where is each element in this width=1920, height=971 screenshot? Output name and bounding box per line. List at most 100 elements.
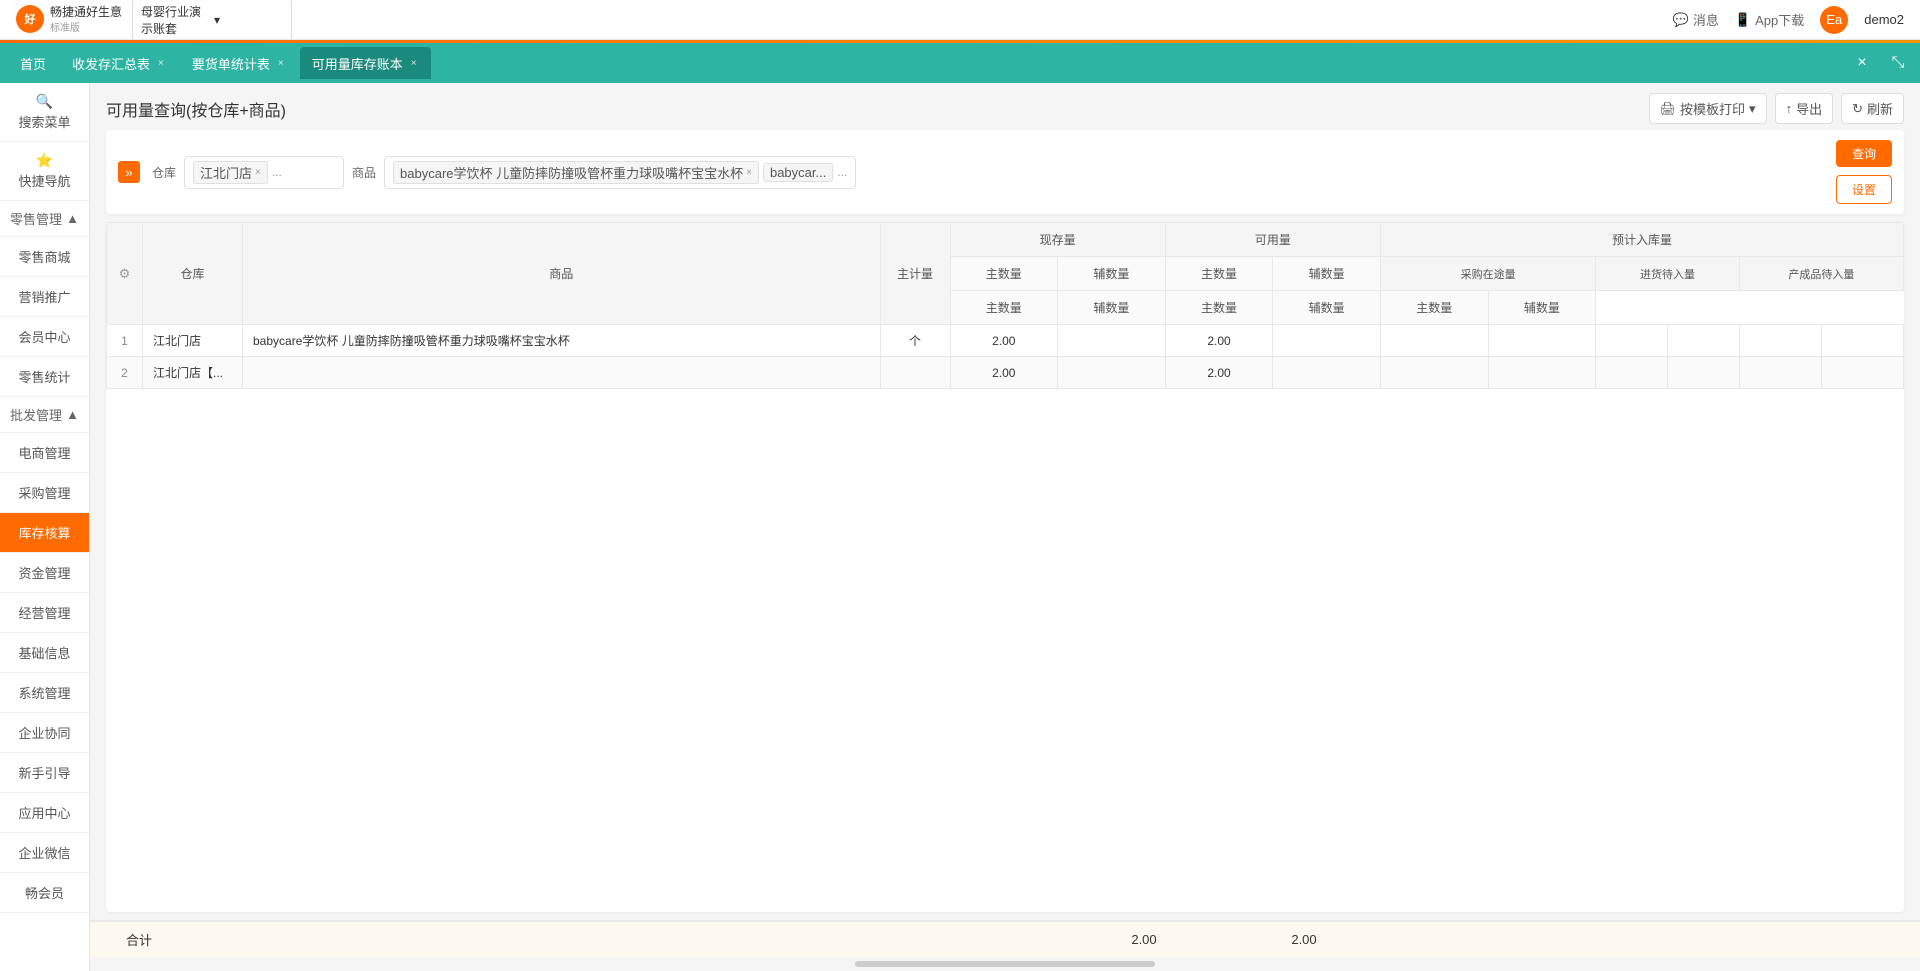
- sidebar-item-purchase[interactable]: 采购管理: [0, 473, 89, 513]
- tab-close-icon[interactable]: ×: [276, 56, 286, 71]
- th-available-aux-qty: 辅数量: [1273, 257, 1381, 291]
- sidebar-item-search-label: 搜索菜单: [18, 115, 70, 130]
- sidebar-item-app-center[interactable]: 应用中心: [0, 793, 89, 833]
- sidebar-item-retail-stats-label: 零售统计: [18, 370, 70, 385]
- sidebar-item-finance-label: 资金管理: [18, 566, 70, 581]
- tab-home[interactable]: 首页: [8, 47, 58, 79]
- print-label: 按模板打印: [1680, 99, 1745, 118]
- message-button[interactable]: 💬 消息: [1673, 10, 1719, 29]
- filter-section: » 仓库 江北门店 × ... 商品 babycare学饮杯 儿童防摔防撞吸管杯…: [106, 130, 1904, 214]
- sidebar-item-quick-nav-label: 快捷导航: [18, 174, 70, 189]
- th-finished-main-qty: 主数量: [1381, 291, 1489, 325]
- product-tag-2-text: babycar...: [770, 165, 826, 180]
- sidebar-item-inventory-label: 库存核算: [18, 526, 70, 541]
- query-button[interactable]: 查询: [1836, 140, 1892, 167]
- sidebar-item-operations[interactable]: 经营管理: [0, 593, 89, 633]
- sidebar-item-member-club[interactable]: 畅会员: [0, 873, 89, 913]
- sidebar-item-quick-nav[interactable]: ⭐ 快捷导航: [0, 142, 89, 201]
- th-settings[interactable]: ⚙: [107, 223, 143, 325]
- sidebar-item-member[interactable]: 会员中心: [0, 317, 89, 357]
- sidebar-item-enterprise-wechat[interactable]: 企业微信: [0, 833, 89, 873]
- warehouse-more[interactable]: ...: [272, 165, 282, 179]
- row-current-aux-qty: [1058, 357, 1166, 389]
- th-available: 可用量: [1165, 223, 1380, 257]
- sidebar-item-operations-label: 经营管理: [18, 606, 70, 621]
- row-available-main-qty: 2.00: [1165, 357, 1273, 389]
- refresh-button[interactable]: ↻ 刷新: [1841, 93, 1904, 124]
- sidebar: 🔍 搜索菜单 ⭐ 快捷导航 零售管理 ▲ 零售商城 营销推广 会员中心 零售统计…: [0, 83, 90, 971]
- tab-bar-right: × ⤡: [1848, 49, 1912, 77]
- sidebar-item-finance[interactable]: 资金管理: [0, 553, 89, 593]
- sidebar-item-ecommerce[interactable]: 电商管理: [0, 433, 89, 473]
- row-unit: 个: [880, 325, 950, 357]
- export-button[interactable]: ↑ 导出: [1775, 93, 1834, 124]
- product-more[interactable]: ...: [837, 165, 847, 179]
- row-number: 2: [107, 357, 143, 389]
- sidebar-item-new-guide[interactable]: 新手引导: [0, 753, 89, 793]
- warehouse-tag-remove[interactable]: ×: [255, 167, 261, 178]
- sidebar-item-retail-mall[interactable]: 零售商城: [0, 237, 89, 277]
- sidebar-item-new-guide-label: 新手引导: [18, 766, 70, 781]
- top-bar: 好 畅捷通好生意 标准版 母婴行业演示账套 ▾ 💬 消息 📱 App下载 Ea …: [0, 0, 1920, 40]
- tab-receive-summary[interactable]: 收发存汇总表 ×: [60, 47, 178, 79]
- tab-order-stats[interactable]: 要货单统计表 ×: [180, 47, 298, 79]
- sidebar-item-enterprise-wechat-label: 企业微信: [18, 846, 70, 861]
- row-purchase-main-qty: [1381, 325, 1489, 357]
- sidebar-item-enterprise-collab[interactable]: 企业协同: [0, 713, 89, 753]
- sidebar-item-marketing[interactable]: 营销推广: [0, 277, 89, 317]
- data-table: ⚙ 仓库 商品 主计量 现存量 可用量 预计入库量 主数量 辅数量 主数量 辅数…: [106, 222, 1904, 389]
- sidebar-item-basic-info[interactable]: 基础信息: [0, 633, 89, 673]
- logo-area: 好 畅捷通好生意 标准版: [16, 5, 122, 34]
- tab-home-label: 首页: [20, 54, 46, 73]
- row-purchase-aux-qty: [1488, 325, 1596, 357]
- product-tag-1-remove[interactable]: ×: [746, 167, 752, 178]
- th-incoming-main-qty: 主数量: [1165, 291, 1273, 325]
- row-finished-main-qty: [1739, 325, 1821, 357]
- tenant-selector[interactable]: 母婴行业演示账套 ▾: [132, 0, 292, 42]
- logo-text-area: 畅捷通好生意 标准版: [50, 5, 122, 34]
- sidebar-group-retail[interactable]: 零售管理 ▲: [0, 201, 89, 237]
- logo-subtext: 标准版: [50, 19, 122, 34]
- tab-bar-close-button[interactable]: ×: [1848, 49, 1876, 77]
- app-download-button[interactable]: 📱 App下载: [1735, 10, 1804, 29]
- warehouse-filter-input[interactable]: 江北门店 × ...: [184, 156, 344, 189]
- search-icon: 🔍: [6, 93, 83, 110]
- tab-close-icon[interactable]: ×: [156, 56, 166, 71]
- th-purchase-on-way: 采购在途量: [1381, 257, 1596, 291]
- th-warehouse: 仓库: [143, 223, 243, 325]
- summary-current-main-qty: 2.00: [1104, 932, 1184, 947]
- tab-order-stats-label: 要货单统计表: [192, 54, 270, 73]
- chevron-down-icon: ▾: [214, 13, 283, 27]
- top-bar-right: 💬 消息 📱 App下载 Ea demo2: [1673, 6, 1904, 34]
- summary-label: 合计: [106, 930, 152, 949]
- th-planned-inbound: 预计入库量: [1381, 223, 1904, 257]
- product-filter-input[interactable]: babycare学饮杯 儿童防摔防撞吸管杯重力球吸嘴杯宝宝水杯 × babyca…: [384, 156, 856, 189]
- sidebar-item-retail-stats[interactable]: 零售统计: [0, 357, 89, 397]
- avatar[interactable]: Ea: [1820, 6, 1848, 34]
- sidebar-item-inventory[interactable]: 库存核算: [0, 513, 89, 553]
- logo-icon: 好: [16, 5, 44, 33]
- sidebar-item-marketing-label: 营销推广: [18, 290, 70, 305]
- sidebar-group-wholesale[interactable]: 批发管理 ▲: [0, 397, 89, 433]
- sidebar-item-member-label: 会员中心: [18, 330, 70, 345]
- filter-expand-button[interactable]: »: [118, 161, 140, 183]
- main-layout: 🔍 搜索菜单 ⭐ 快捷导航 零售管理 ▲ 零售商城 营销推广 会员中心 零售统计…: [0, 83, 1920, 971]
- row-purchase-aux-qty: [1488, 357, 1596, 389]
- settings-gear-icon[interactable]: ⚙: [119, 266, 131, 281]
- row-finished-main-qty: [1739, 357, 1821, 389]
- warehouse-filter-label: 仓库: [152, 164, 176, 181]
- star-icon: ⭐: [6, 152, 83, 169]
- th-finished-aux-qty: 辅数量: [1488, 291, 1596, 325]
- print-button[interactable]: 🖨 按模板打印 ▾: [1649, 93, 1767, 124]
- sidebar-item-system[interactable]: 系统管理: [0, 673, 89, 713]
- chevron-up-icon: ▲: [66, 211, 79, 226]
- tab-bar-expand-button[interactable]: ⤡: [1884, 49, 1912, 77]
- tab-available-inventory[interactable]: 可用量库存账本 ×: [300, 47, 431, 79]
- row-purchase-main-qty: [1381, 357, 1489, 389]
- tab-close-icon[interactable]: ×: [409, 56, 419, 71]
- th-purchase-main-qty: 主数量: [950, 291, 1058, 325]
- horizontal-scrollbar[interactable]: [90, 957, 1920, 971]
- settings-button[interactable]: 设置: [1836, 175, 1892, 204]
- th-current-aux-qty: 辅数量: [1058, 257, 1166, 291]
- sidebar-item-search[interactable]: 🔍 搜索菜单: [0, 83, 89, 142]
